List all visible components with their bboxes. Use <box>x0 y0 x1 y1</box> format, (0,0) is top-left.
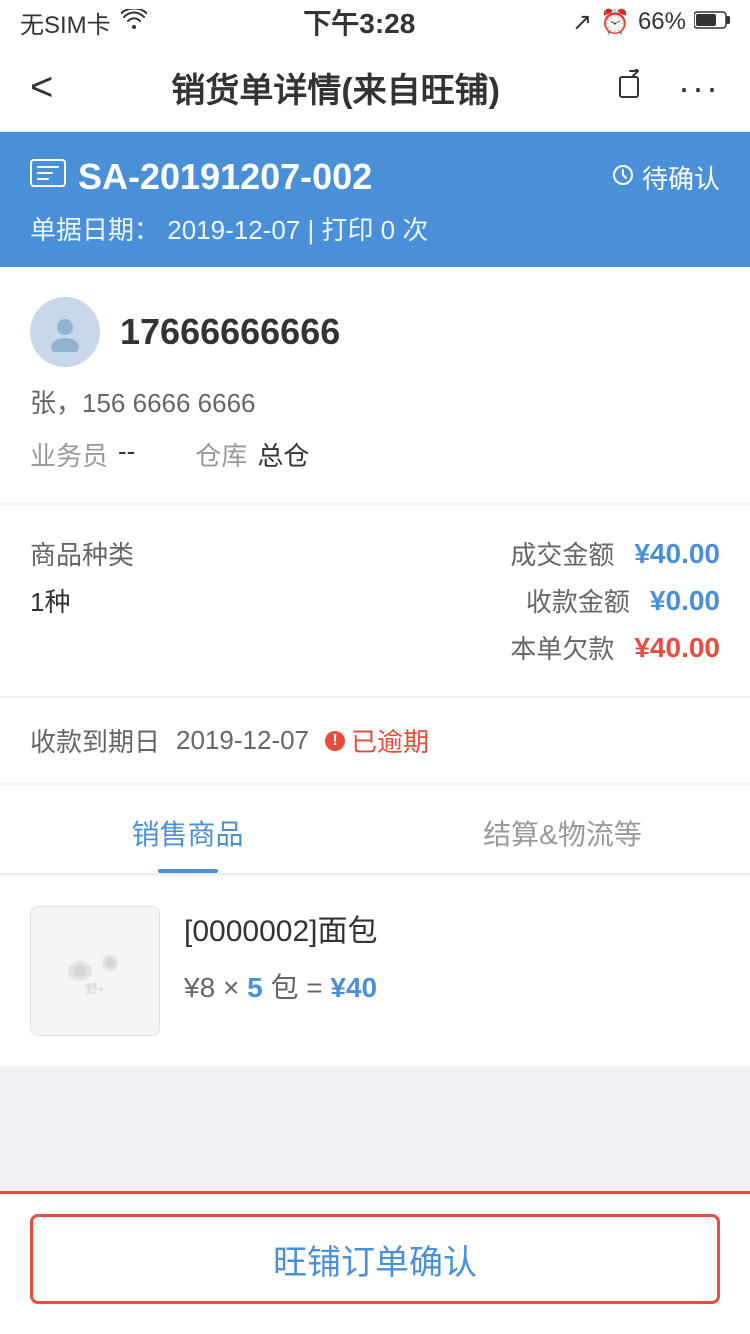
product-image: 野+ <box>30 906 160 1036</box>
tab-settlement[interactable]: 结算&物流等 <box>375 785 750 873</box>
page-title: 销货单详情(来自旺铺) <box>171 63 500 112</box>
tab-sales-product[interactable]: 销售商品 <box>0 785 375 873</box>
customer-row: 17666666666 <box>30 297 720 367</box>
product-info: [0000002]面包 ¥8 × 5 包 = ¥40 <box>184 906 720 1006</box>
sales-meta: 业务员 -- <box>30 436 135 473</box>
product-price: ¥8 × 5 包 = ¥40 <box>184 966 720 1006</box>
share-icon[interactable] <box>618 69 648 107</box>
nav-actions: ··· <box>618 67 720 109</box>
type-label: 商品种类 <box>30 535 134 572</box>
multiply-symbol: × <box>223 972 247 1003</box>
carrier-text: 无SIM卡 <box>20 5 111 40</box>
warehouse-value: 总仓 <box>257 436 309 473</box>
more-icon[interactable]: ··· <box>678 67 720 109</box>
received-value: ¥0.00 <box>650 585 720 617</box>
product-name: [0000002]面包 <box>184 906 720 950</box>
nav-bar: < 销货单详情(来自旺铺) ··· <box>0 44 750 132</box>
product-total: ¥40 <box>330 972 377 1003</box>
equals-symbol: = <box>306 972 330 1003</box>
order-id: SA-20191207-002 <box>78 156 372 198</box>
due-date: 2019-12-07 <box>176 725 309 756</box>
summary-section: 商品种类 1种 成交金额 ¥40.00 收款金额 ¥0.00 本单欠款 ¥40.… <box>0 505 750 696</box>
customer-section: 17666666666 张，156 6666 6666 业务员 -- 仓库 总仓 <box>0 267 750 503</box>
svg-text:野+: 野+ <box>85 982 104 996</box>
owed-label: 本单欠款 <box>510 629 614 666</box>
avatar <box>30 297 100 367</box>
order-status-text: 待确认 <box>642 159 720 196</box>
order-icon <box>30 159 66 195</box>
owed-value: ¥40.00 <box>634 632 720 664</box>
amount-label: 成交金额 <box>510 535 614 572</box>
status-left: 无SIM卡 <box>20 5 147 40</box>
received-label: 收款金额 <box>526 582 630 619</box>
customer-phone: 17666666666 <box>120 311 340 353</box>
status-time: 下午3:28 <box>303 2 415 42</box>
customer-meta: 业务员 -- 仓库 总仓 <box>30 436 720 473</box>
sales-value: -- <box>118 436 135 473</box>
battery-icon <box>694 8 730 36</box>
overdue-badge: ! 已逾期 <box>325 722 429 759</box>
back-button[interactable]: < <box>30 65 53 110</box>
warehouse-label: 仓库 <box>195 436 247 473</box>
product-unit: 包 <box>270 972 298 1003</box>
confirm-label: 旺铺订单确认 <box>273 1235 477 1284</box>
owed-row: 本单欠款 ¥40.00 <box>510 629 720 666</box>
due-label: 收款到期日 <box>30 722 160 759</box>
status-clock-icon <box>612 162 634 193</box>
warehouse-meta: 仓库 总仓 <box>195 436 309 473</box>
summary-left: 商品种类 1种 <box>30 535 134 619</box>
bottom-bar: 旺铺订单确认 <box>0 1191 750 1334</box>
type-value: 1种 <box>30 582 134 619</box>
summary-right: 成交金额 ¥40.00 收款金额 ¥0.00 本单欠款 ¥40.00 <box>510 535 720 666</box>
customer-name: 张，156 6666 6666 <box>30 383 720 420</box>
amount-value: ¥40.00 <box>634 538 720 570</box>
alarm-icon: ⏰ <box>600 8 630 37</box>
overdue-icon: ! <box>325 731 345 751</box>
order-status: 待确认 <box>612 159 720 196</box>
order-header: SA-20191207-002 待确认 单据日期： 2019-12-07 | 打… <box>0 132 750 267</box>
price-value: ¥8 <box>184 972 215 1003</box>
battery-text: 66% <box>638 8 686 36</box>
product-section: 野+ [0000002]面包 ¥8 × 5 包 = ¥40 <box>0 876 750 1066</box>
tabs-section: 销售商品 结算&物流等 <box>0 785 750 874</box>
product-item: 野+ [0000002]面包 ¥8 × 5 包 = ¥40 <box>30 906 720 1036</box>
due-date-section: 收款到期日 2019-12-07 ! 已逾期 <box>0 698 750 783</box>
amount-row: 成交金额 ¥40.00 <box>510 535 720 572</box>
wifi-icon <box>121 8 147 36</box>
order-id-row: SA-20191207-002 待确认 <box>30 156 720 198</box>
confirm-order-button[interactable]: 旺铺订单确认 <box>30 1214 720 1304</box>
sales-label: 业务员 <box>30 436 108 473</box>
overdue-text: 已逾期 <box>351 722 429 759</box>
tabs-row: 销售商品 结算&物流等 <box>0 785 750 873</box>
location-icon: ↗ <box>572 8 592 37</box>
status-right: ↗ ⏰ 66% <box>572 8 730 37</box>
product-qty: 5 <box>247 972 263 1003</box>
order-date: 单据日期： 2019-12-07 | 打印 0 次 <box>30 210 720 247</box>
received-row: 收款金额 ¥0.00 <box>526 582 720 619</box>
status-bar: 无SIM卡 下午3:28 ↗ ⏰ 66% <box>0 0 750 44</box>
